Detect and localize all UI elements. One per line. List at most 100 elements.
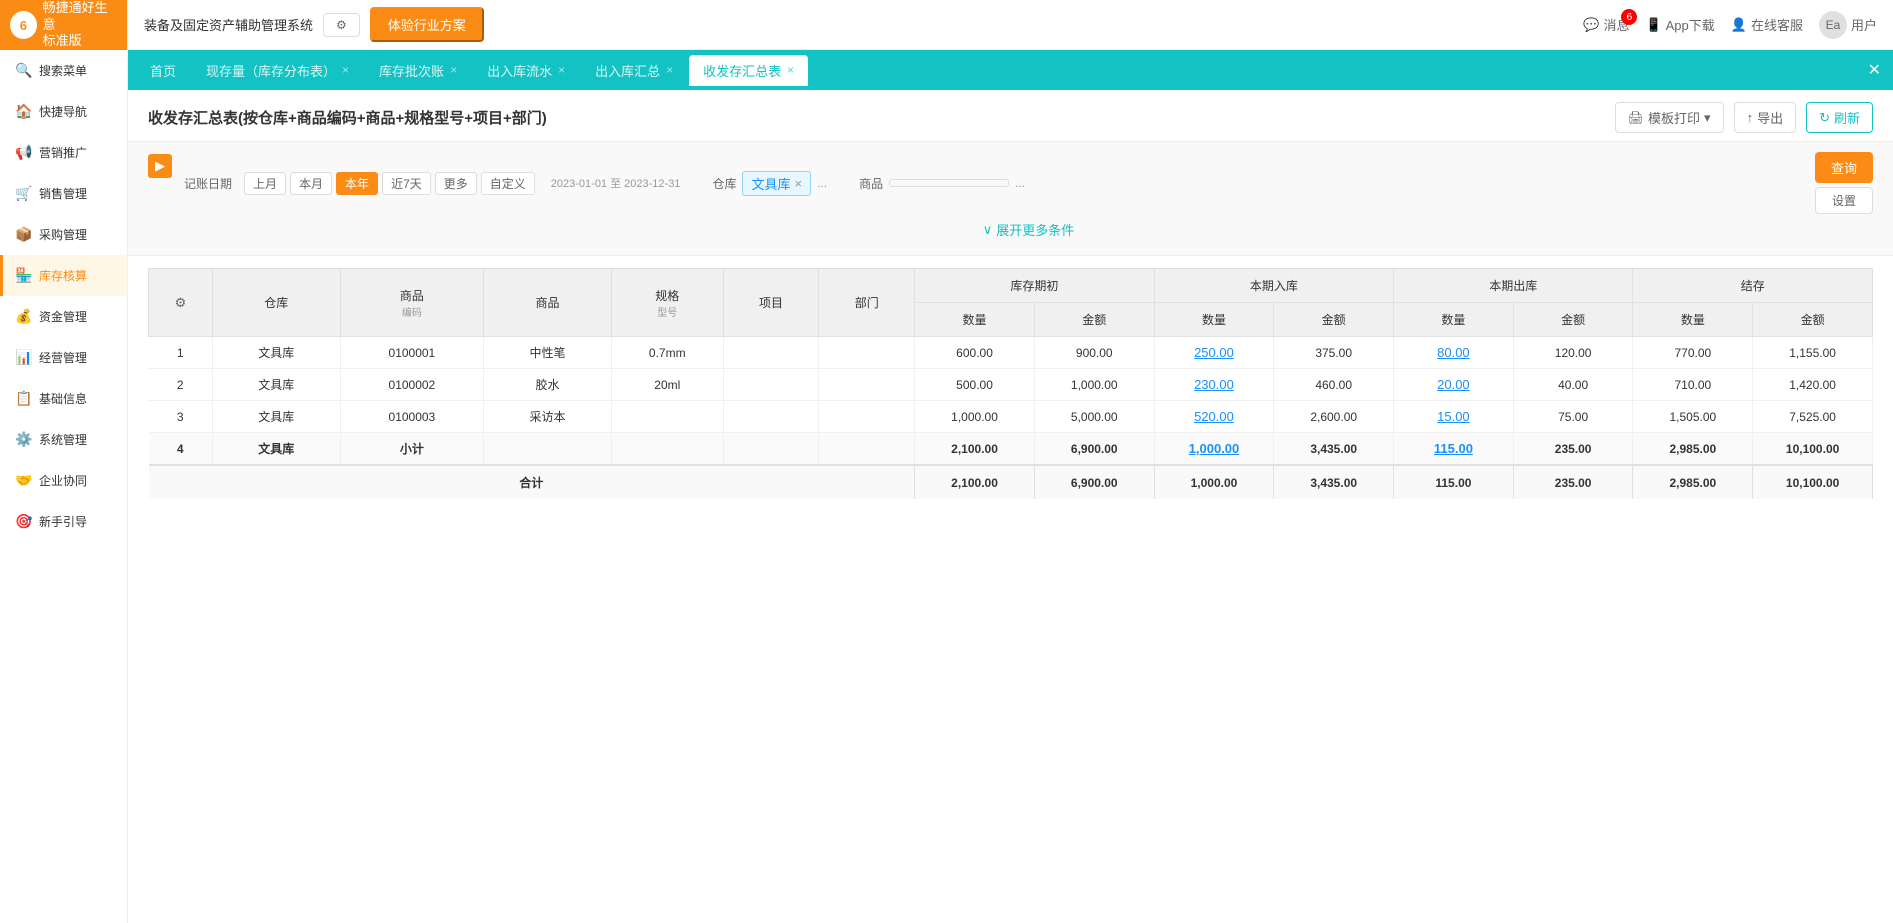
top-header: 装备及固定资产辅助管理系统 ⚙ 体验行业方案 💬 消息 6 📱 App下载 👤 … [128, 0, 1893, 50]
data-table: ⚙ 仓库 商品编码 商品 规格型号 项目 部门 库存期初 本期入库 本期出库 结… [148, 268, 1873, 499]
refresh-button[interactable]: ↻ 刷新 [1806, 102, 1873, 133]
row1-closing-amt: 1,155.00 [1753, 337, 1873, 369]
template-print-button[interactable]: 🖨 模板打印 ▾ [1615, 102, 1724, 133]
sidebar: 6 畅捷通好生意 标准版 🔍 搜索菜单 🏠 快捷导航 📢 营销推广 🛒 销售管理… [0, 0, 128, 923]
finance-icon: 💰 [15, 308, 31, 325]
row1-opening-amt: 900.00 [1034, 337, 1154, 369]
tab-stock-dist[interactable]: 现存量（库存分布表） × [192, 55, 363, 86]
tab-flow[interactable]: 出入库流水 × [473, 55, 579, 86]
tab-summary-label: 出入库汇总 [595, 61, 660, 80]
goods-input[interactable] [889, 179, 1009, 187]
sidebar-item-label: 新手引导 [39, 513, 87, 530]
tab-receipt-summary-close[interactable]: × [787, 63, 794, 77]
tab-flow-close[interactable]: × [558, 63, 565, 77]
sidebar-item-sales[interactable]: 🛒 销售管理 [0, 173, 127, 214]
sidebar-item-marketing[interactable]: 📢 营销推广 [0, 132, 127, 173]
tab-batch[interactable]: 库存批次账 × [365, 55, 471, 86]
row2-out-qty-link[interactable]: 20.00 [1437, 377, 1470, 392]
subtotal-closing-qty: 2,985.00 [1633, 433, 1753, 466]
tab-summary-close[interactable]: × [666, 63, 673, 77]
column-settings-icon[interactable]: ⚙ [175, 295, 187, 310]
row3-closing-qty: 1,505.00 [1633, 401, 1753, 433]
subtotal-in-amt: 3,435.00 [1274, 433, 1394, 466]
filter-toggle-icon[interactable]: ▶ [148, 154, 172, 178]
sidebar-item-label: 库存核算 [39, 267, 87, 284]
sidebar-item-base-info[interactable]: 📋 基础信息 [0, 378, 127, 419]
row3-in-qty-link[interactable]: 520.00 [1194, 409, 1234, 424]
row2-no: 2 [149, 369, 213, 401]
sidebar-item-label: 企业协同 [39, 472, 87, 489]
date-btn-7days[interactable]: 近7天 [382, 172, 431, 195]
date-btn-more[interactable]: 更多 [435, 172, 477, 195]
row1-in-qty-link[interactable]: 250.00 [1194, 345, 1234, 360]
goods-more[interactable]: ... [1015, 176, 1025, 190]
date-btn-this-month[interactable]: 本月 [290, 172, 332, 195]
th-in-qty: 数量 [1154, 303, 1274, 337]
message-icon: 💬 [1583, 17, 1599, 33]
message-icon-item[interactable]: 💬 消息 6 [1583, 15, 1629, 34]
warehouse-tag[interactable]: 文具库 × [742, 171, 811, 196]
table-row: 3 文具库 0100003 采访本 1,000.00 5,000.00 520.… [149, 401, 1873, 433]
date-btn-this-year[interactable]: 本年 [336, 172, 378, 195]
tab-receipt-summary[interactable]: 收发存汇总表 × [689, 55, 808, 86]
tab-home[interactable]: 首页 [136, 55, 190, 86]
sidebar-item-collab[interactable]: 🤝 企业协同 [0, 460, 127, 501]
row2-project [723, 369, 819, 401]
settings-header-button[interactable]: ⚙ [323, 13, 360, 37]
phone-icon: 📱 [1645, 17, 1661, 33]
sidebar-item-system[interactable]: ⚙️ 系统管理 [0, 419, 127, 460]
row1-spec: 0.7mm [611, 337, 723, 369]
online-service-item[interactable]: 👤 在线客服 [1731, 15, 1803, 34]
expand-row: ∨ 展开更多条件 [184, 214, 1873, 245]
refresh-icon: ↻ [1819, 110, 1830, 126]
sidebar-item-purchase[interactable]: 📦 采购管理 [0, 214, 127, 255]
experience-button[interactable]: 体验行业方案 [370, 7, 484, 42]
filter-settings-button[interactable]: 设置 [1815, 187, 1873, 214]
user-item[interactable]: Ea 用户 [1819, 11, 1877, 39]
sidebar-item-inventory[interactable]: 🏪 库存核算 [0, 255, 127, 296]
subtotal-warehouse: 文具库 [212, 433, 340, 466]
date-btn-custom[interactable]: 自定义 [481, 172, 535, 195]
subtotal-row: 4 文具库 小计 2,100.00 6,900.00 1,000.00 3,43… [149, 433, 1873, 466]
warehouse-more[interactable]: ... [817, 176, 827, 190]
tab-batch-close[interactable]: × [450, 63, 457, 77]
row3-dept [819, 401, 915, 433]
tab-summary[interactable]: 出入库汇总 × [581, 55, 687, 86]
row2-out-qty: 20.00 [1394, 369, 1514, 401]
sales-icon: 🛒 [15, 185, 31, 202]
table-container: ⚙ 仓库 商品编码 商品 规格型号 项目 部门 库存期初 本期入库 本期出库 结… [128, 256, 1893, 519]
tab-bar: 首页 现存量（库存分布表） × 库存批次账 × 出入库流水 × 出入库汇总 × … [128, 50, 1893, 90]
sidebar-item-guide[interactable]: 🎯 新手引导 [0, 501, 127, 542]
th-out-qty: 数量 [1394, 303, 1514, 337]
row2-opening-amt: 1,000.00 [1034, 369, 1154, 401]
th-spec: 规格型号 [611, 269, 723, 337]
sidebar-item-operations[interactable]: 📊 经营管理 [0, 337, 127, 378]
tab-bar-close-all[interactable]: ✕ [1864, 56, 1885, 84]
subtotal-out-qty-link[interactable]: 115.00 [1434, 441, 1473, 456]
header-right: 💬 消息 6 📱 App下载 👤 在线客服 Ea 用户 [1583, 11, 1877, 39]
tab-stock-dist-close[interactable]: × [342, 63, 349, 77]
row1-no: 1 [149, 337, 213, 369]
app-download-item[interactable]: 📱 App下载 [1645, 15, 1714, 34]
row1-out-amt: 120.00 [1513, 337, 1633, 369]
sidebar-item-quick-nav[interactable]: 🏠 快捷导航 [0, 91, 127, 132]
sidebar-item-finance[interactable]: 💰 资金管理 [0, 296, 127, 337]
row2-in-amt: 460.00 [1274, 369, 1394, 401]
export-button[interactable]: ↑ 导出 [1734, 102, 1797, 133]
th-out-amt: 金额 [1513, 303, 1633, 337]
total-out-qty: 115.00 [1394, 465, 1514, 499]
row1-out-qty-link[interactable]: 80.00 [1437, 345, 1470, 360]
subtotal-in-qty-link[interactable]: 1,000.00 [1189, 441, 1240, 456]
filter-warehouse: 仓库 文具库 × ... [712, 171, 827, 196]
goods-label: 商品 [859, 175, 883, 192]
query-button[interactable]: 查询 [1815, 152, 1873, 183]
expand-button[interactable]: ∨ 展开更多条件 [983, 220, 1075, 239]
date-btn-last-month[interactable]: 上月 [244, 172, 286, 195]
sidebar-item-search[interactable]: 🔍 搜索菜单 [0, 50, 127, 91]
row3-out-qty-link[interactable]: 15.00 [1437, 409, 1470, 424]
warehouse-tag-close[interactable]: × [794, 176, 802, 191]
row2-in-qty-link[interactable]: 230.00 [1194, 377, 1234, 392]
chevron-down-icon: ▾ [1704, 110, 1711, 126]
message-badge: 6 [1621, 9, 1637, 25]
header-left: 装备及固定资产辅助管理系统 ⚙ 体验行业方案 [144, 7, 484, 42]
